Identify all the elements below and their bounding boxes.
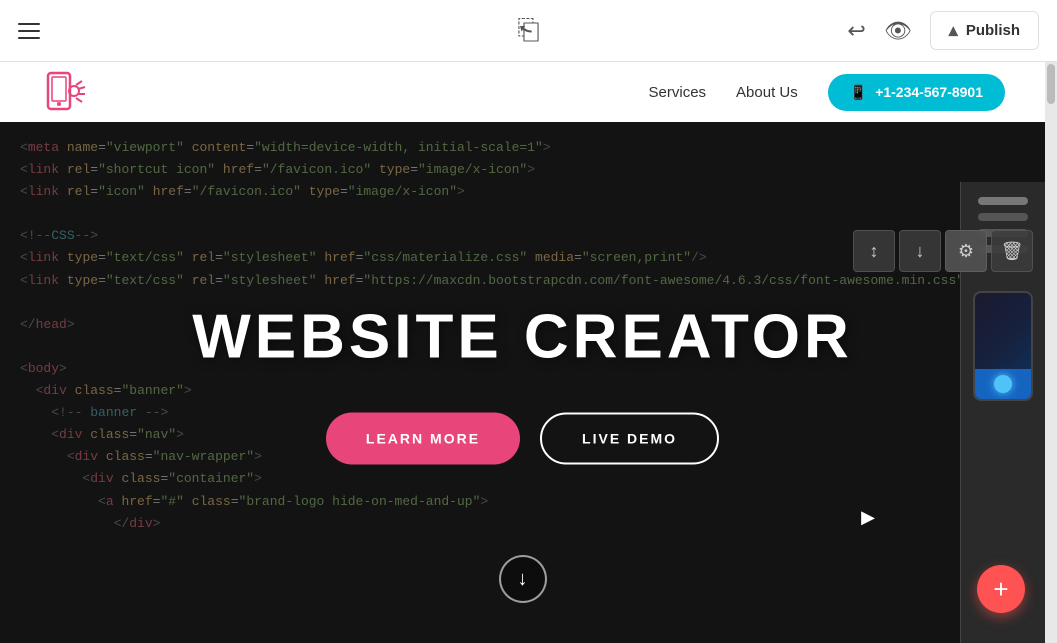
hero-toolbar-download[interactable]: ↓ (899, 230, 941, 272)
scroll-down-icon: ↓ (518, 568, 528, 591)
mobile-preview-icon[interactable]: ⎗ (517, 14, 539, 45)
trash-icon: 🗑 (1001, 241, 1024, 262)
preview-area: Services About Us 📱 +1-234-567-8901 <met… (0, 62, 1057, 643)
hamburger-line-2 (18, 30, 40, 32)
logo-svg (40, 67, 95, 117)
fab-add-button[interactable]: + (977, 565, 1025, 613)
preview-navbar: Services About Us 📱 +1-234-567-8901 (0, 62, 1045, 122)
main-toolbar: ⎗ ↩ 👁 ▴ Publish (0, 0, 1057, 62)
scroll-down-button[interactable]: ↓ (499, 555, 547, 603)
hero-content: WEBSITE CREATOR LEARN MORE LIVE DEMO (173, 301, 873, 464)
download-icon: ↓ (916, 241, 925, 262)
panel-phone-circle (994, 375, 1012, 393)
panel-dot-2 (978, 213, 1028, 221)
hamburger-menu[interactable] (18, 23, 40, 39)
toolbar-right: ↩ 👁 ▴ Publish (847, 11, 1039, 50)
hero-title: WEBSITE CREATOR (173, 301, 873, 372)
upload-icon: ▴ (949, 20, 958, 41)
toolbar-left (18, 23, 40, 39)
publish-button[interactable]: ▴ Publish (930, 11, 1039, 50)
publish-label: Publish (966, 22, 1020, 39)
phone-btn-icon: 📱 (850, 84, 867, 101)
hero-floating-toolbar: ↕ ↓ ⚙ 🗑 (853, 230, 1033, 272)
panel-phone-blue-bar (975, 369, 1031, 399)
panel-dot-1 (978, 197, 1028, 205)
website-preview: Services About Us 📱 +1-234-567-8901 <met… (0, 62, 1045, 643)
updown-icon: ↕ (870, 241, 879, 262)
panel-phone-preview (973, 291, 1033, 401)
fab-plus-icon: + (993, 574, 1008, 605)
about-us-link[interactable]: About Us (736, 84, 798, 101)
hero-toolbar-updown[interactable]: ↕ (853, 230, 895, 272)
hamburger-line-3 (18, 37, 40, 39)
undo-icon[interactable]: ↩ (847, 18, 865, 44)
hamburger-line-1 (18, 23, 40, 25)
phone-btn-label: +1-234-567-8901 (875, 84, 983, 100)
hero-section: <meta name="viewport" content="width=dev… (0, 122, 1045, 643)
nav-links: Services About Us 📱 +1-234-567-8901 (649, 74, 1005, 111)
toolbar-center: ⎗ (517, 14, 539, 47)
scrollbar-thumb (1047, 64, 1055, 104)
settings-icon: ⚙ (958, 241, 974, 262)
hero-buttons: LEARN MORE LIVE DEMO (173, 412, 873, 464)
phone-cta-button[interactable]: 📱 +1-234-567-8901 (828, 74, 1005, 111)
services-link[interactable]: Services (649, 84, 707, 101)
scrollbar-track[interactable] (1045, 62, 1057, 643)
live-demo-button[interactable]: LIVE DEMO (540, 412, 719, 464)
preview-logo (40, 67, 95, 117)
hero-toolbar-delete[interactable]: 🗑 (991, 230, 1033, 272)
hero-toolbar-settings[interactable]: ⚙ (945, 230, 987, 272)
learn-more-button[interactable]: LEARN MORE (326, 412, 520, 464)
eye-icon[interactable]: 👁 (884, 18, 912, 44)
